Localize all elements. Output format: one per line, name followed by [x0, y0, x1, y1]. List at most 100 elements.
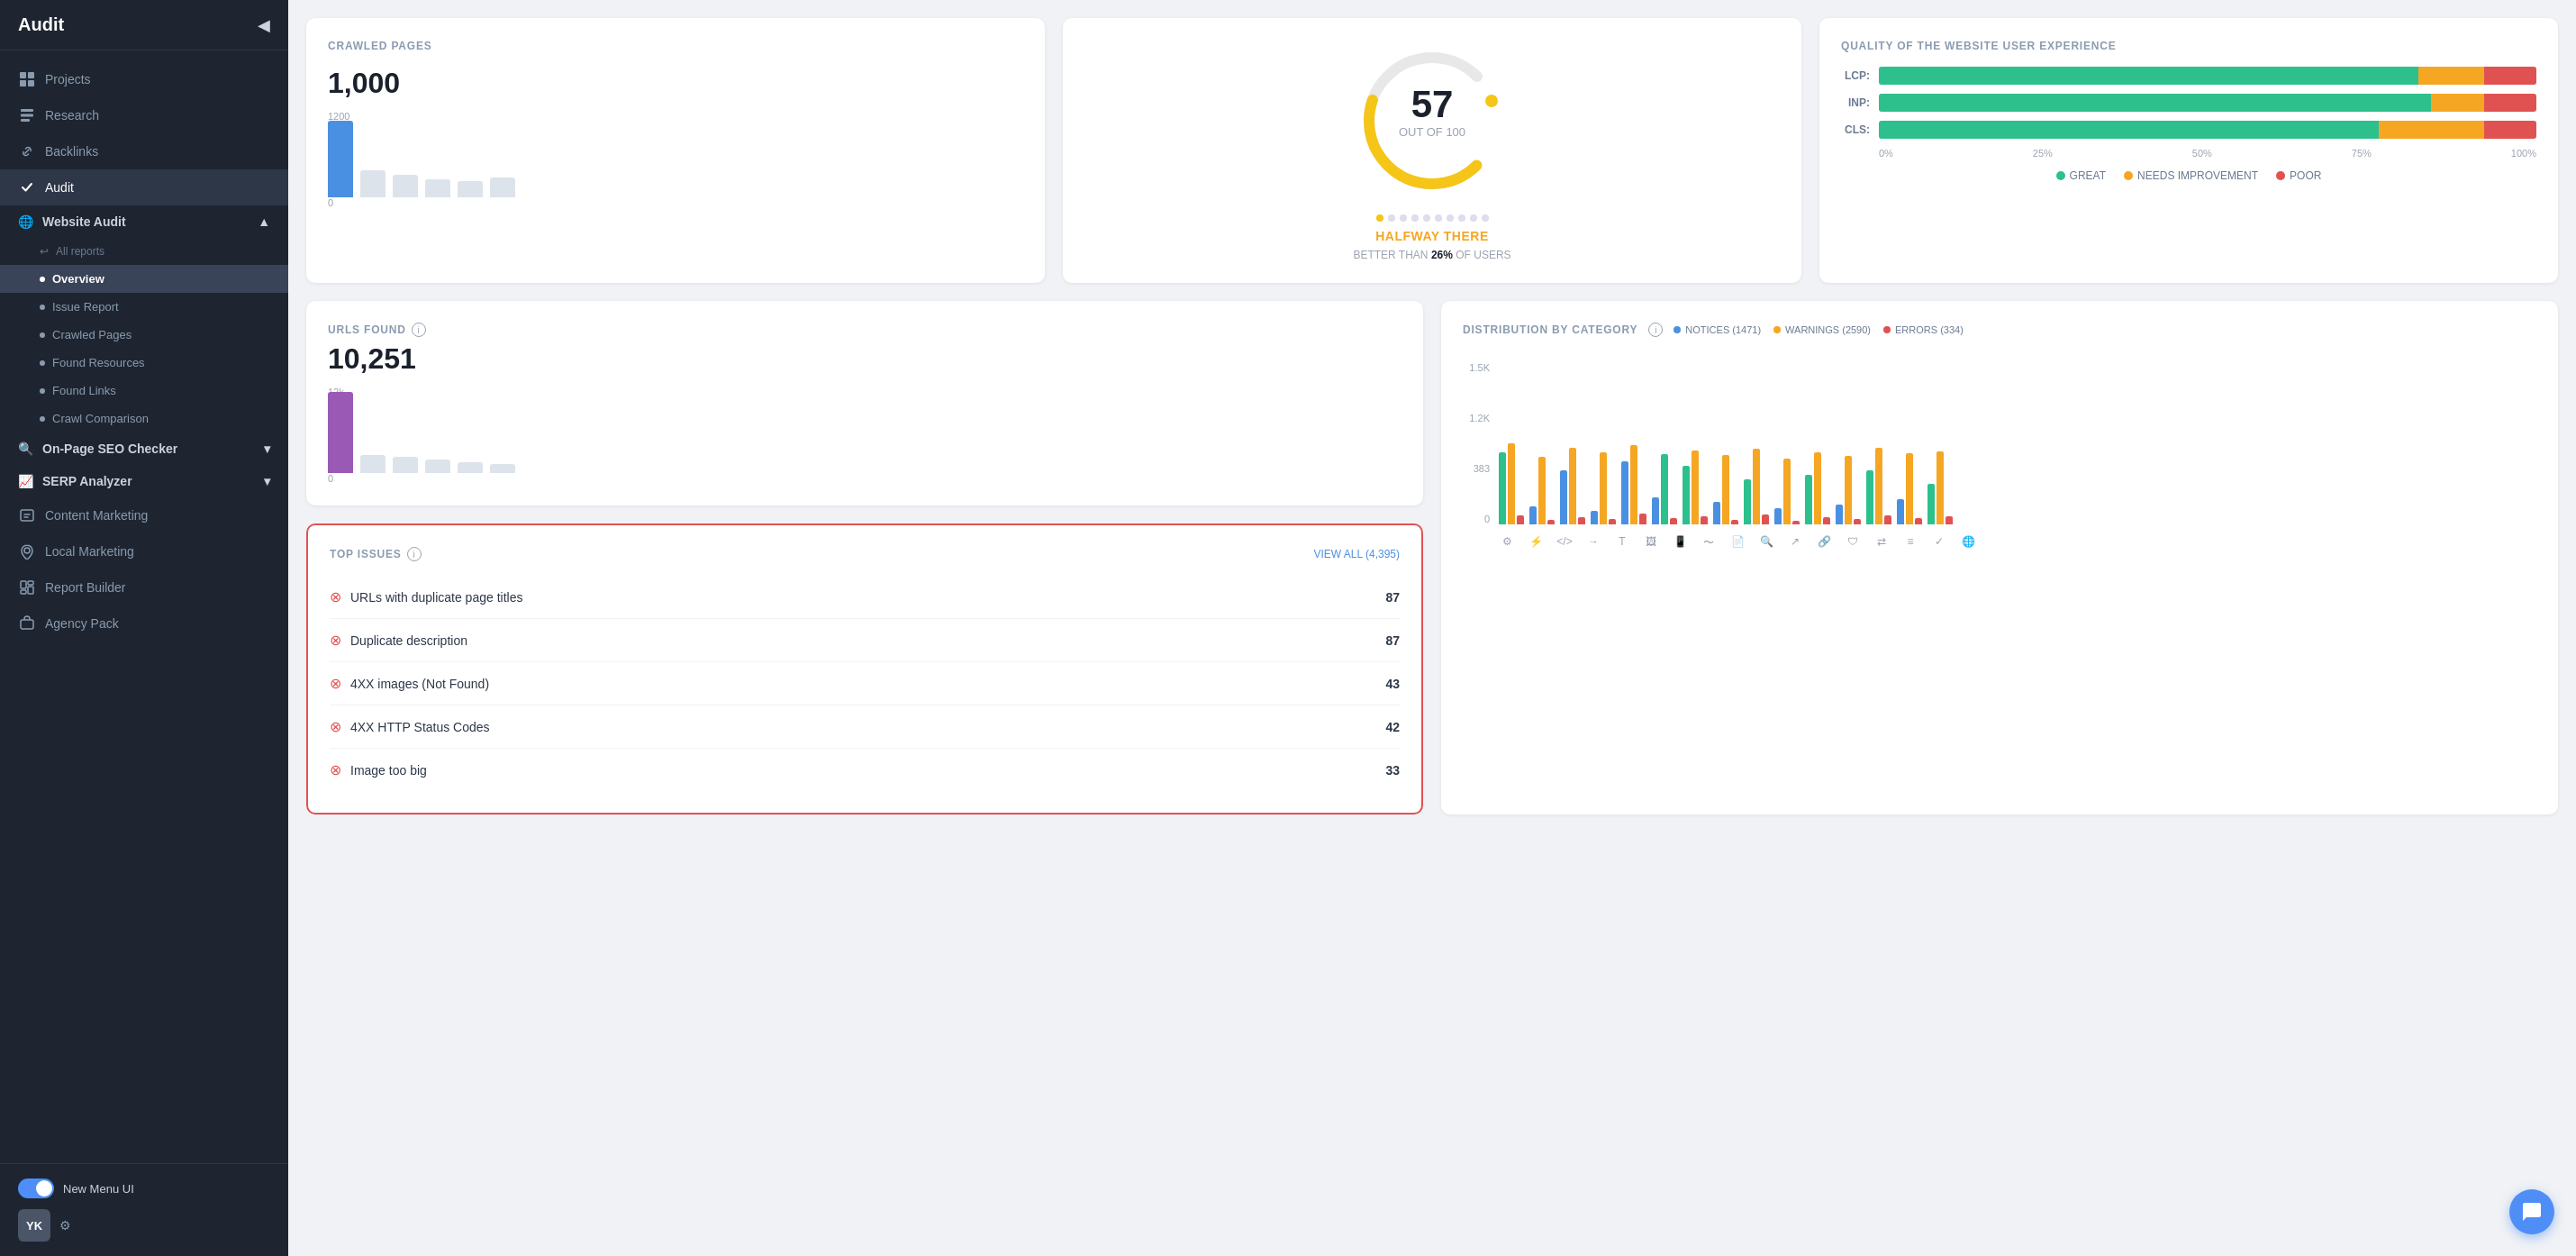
top-cards-grid: CRAWLED PAGES 1,000 1200 0: [306, 18, 2558, 283]
sidebar-item-audit[interactable]: Audit: [0, 169, 288, 205]
sidebar-item-local-marketing[interactable]: Local Marketing: [0, 533, 288, 569]
gauge-dot-1: [1388, 214, 1395, 222]
gauge-dot-7: [1458, 214, 1465, 222]
dist-bar-red-8: [1731, 520, 1738, 524]
on-page-seo-header[interactable]: 🔍 On-Page SEO Checker ▾: [0, 432, 288, 465]
issue-count-3: 43: [1385, 677, 1400, 691]
dist-icons-row: ⚙ ⚡ </> → T 🖼 📱 〜 📄 🔍 ↗ 🔗 🛡 ⇄ ≡ ✓ 🌐: [1463, 535, 2536, 551]
dist-bar-blue-10: [1774, 508, 1782, 524]
dist-group-3: [1560, 448, 1585, 524]
dist-icon-5: T: [1610, 535, 1634, 551]
sidebar-item-research[interactable]: Research: [0, 97, 288, 133]
urls-found-chart: 12k 0: [328, 387, 1401, 484]
dist-bar-red-4: [1609, 519, 1616, 524]
urls-found-header: URLS FOUND i: [328, 323, 1401, 337]
toggle-row: New Menu UI: [18, 1179, 270, 1198]
svg-rect-6: [21, 119, 30, 122]
view-all-link[interactable]: VIEW ALL (4,395): [1313, 548, 1400, 560]
dist-chart-area: 1.5K 1.2K 383 0: [1463, 348, 2536, 528]
dist-icon-3: </>: [1553, 535, 1576, 551]
sidebar-collapse-button[interactable]: ◀: [258, 15, 270, 35]
cls-red: [2484, 121, 2536, 139]
bar-5: [458, 181, 483, 197]
dist-bar-yellow-10: [1783, 459, 1791, 524]
dist-bar-blue-8: [1713, 502, 1720, 524]
dist-bar-red-7: [1701, 516, 1708, 524]
urls-found-info-icon[interactable]: i: [412, 323, 426, 337]
dist-icon-17: 🌐: [1956, 535, 1980, 551]
crawled-pages-title: CRAWLED PAGES: [328, 40, 1023, 52]
issue-row-1: ⊗ URLs with duplicate page titles 87: [330, 576, 1400, 619]
dist-icon-14: ⇄: [1870, 535, 1893, 551]
sidebar-item-projects[interactable]: Projects: [0, 61, 288, 97]
dist-title: DISTRIBUTION BY CATEGORY: [1463, 323, 1637, 336]
chat-button[interactable]: [2509, 1189, 2554, 1234]
dist-icon-1: ⚙: [1495, 535, 1519, 551]
subnav-label: Issue Report: [52, 300, 119, 314]
nav-dot: [40, 388, 45, 394]
subnav-found-links[interactable]: Found Links: [0, 377, 288, 405]
sidebar-item-agency-pack[interactable]: Agency Pack: [0, 605, 288, 642]
dist-bar-red-1: [1517, 515, 1524, 524]
bar-chart: [328, 125, 1023, 197]
bar-2: [360, 170, 385, 197]
audit-icon: [18, 178, 36, 196]
subnav-found-resources[interactable]: Found Resources: [0, 349, 288, 377]
dist-bar-yellow-15: [1937, 451, 1944, 524]
new-menu-toggle[interactable]: [18, 1179, 54, 1198]
great-dot: [2056, 171, 2065, 180]
serp-analyzer-header[interactable]: 📈 SERP Analyzer ▾: [0, 465, 288, 497]
sidebar-item-backlinks[interactable]: Backlinks: [0, 133, 288, 169]
svg-rect-12: [21, 590, 26, 594]
user-avatar[interactable]: YK: [18, 1209, 50, 1242]
dist-legend: NOTICES (1471) WARNINGS (2590) ERRORS (3…: [1673, 324, 1964, 335]
dist-info-icon[interactable]: i: [1648, 323, 1663, 337]
quality-title: QUALITY OF THE WEBSITE USER EXPERIENCE: [1841, 40, 2536, 52]
dist-bar-yellow-3: [1569, 448, 1576, 524]
subnav-label: Crawl Comparison: [52, 412, 149, 425]
lcp-red: [2484, 67, 2536, 85]
sidebar-item-label: Projects: [45, 72, 91, 86]
left-col: URLS FOUND i 10,251 12k 0: [306, 301, 1423, 815]
subnav-label: Overview: [52, 272, 104, 286]
subnav-label: Found Resources: [52, 356, 145, 369]
active-dot: [40, 277, 45, 282]
issue-row-5: ⊗ Image too big 33: [330, 749, 1400, 791]
sidebar-item-report-builder[interactable]: Report Builder: [0, 569, 288, 605]
subnav-issue-report[interactable]: Issue Report: [0, 293, 288, 321]
second-row: URLS FOUND i 10,251 12k 0: [306, 301, 2558, 815]
subnav-crawled-pages[interactable]: Crawled Pages: [0, 321, 288, 349]
subnav-overview[interactable]: Overview: [0, 265, 288, 293]
cls-bar: [1879, 121, 2536, 139]
dist-bar-yellow-8: [1722, 455, 1729, 524]
gauge-dot-6: [1447, 214, 1454, 222]
urls-found-value: 10,251: [328, 342, 1401, 376]
bar-1: [328, 121, 353, 197]
subnav-all-reports[interactable]: ↩ All reports: [0, 238, 288, 265]
notices-dot: [1673, 326, 1681, 333]
dist-bar-green-6: [1661, 454, 1668, 524]
y-label-1.5k: 1.5K: [1463, 362, 1490, 373]
nav-dot: [40, 332, 45, 338]
dist-group-6: [1652, 454, 1677, 524]
svg-rect-9: [21, 581, 26, 588]
nav-dot: [40, 305, 45, 310]
legend-notices: NOTICES (1471): [1673, 324, 1761, 335]
subnav-crawl-comparison[interactable]: Crawl Comparison: [0, 405, 288, 432]
website-audit-header[interactable]: 🌐 Website Audit ▲: [0, 205, 288, 238]
dist-bar-blue-2: [1529, 506, 1537, 524]
dist-bar-green-11: [1805, 475, 1812, 524]
dist-group-13: [1866, 448, 1891, 524]
dist-bar-blue-12: [1836, 505, 1843, 524]
chevron-up-icon: ▲: [258, 214, 270, 229]
settings-icon[interactable]: ⚙: [59, 1218, 71, 1233]
dist-bar-red-14: [1915, 518, 1922, 524]
issue-row-3: ⊗ 4XX images (Not Found) 43: [330, 662, 1400, 705]
issue-count-2: 87: [1385, 633, 1400, 648]
y-axis-bottom: 0: [328, 197, 1023, 208]
issues-info-icon[interactable]: i: [407, 547, 422, 561]
local-marketing-icon: [18, 542, 36, 560]
legend-poor: POOR: [2276, 169, 2321, 182]
bar-3: [393, 175, 418, 197]
sidebar-item-content-marketing[interactable]: Content Marketing: [0, 497, 288, 533]
